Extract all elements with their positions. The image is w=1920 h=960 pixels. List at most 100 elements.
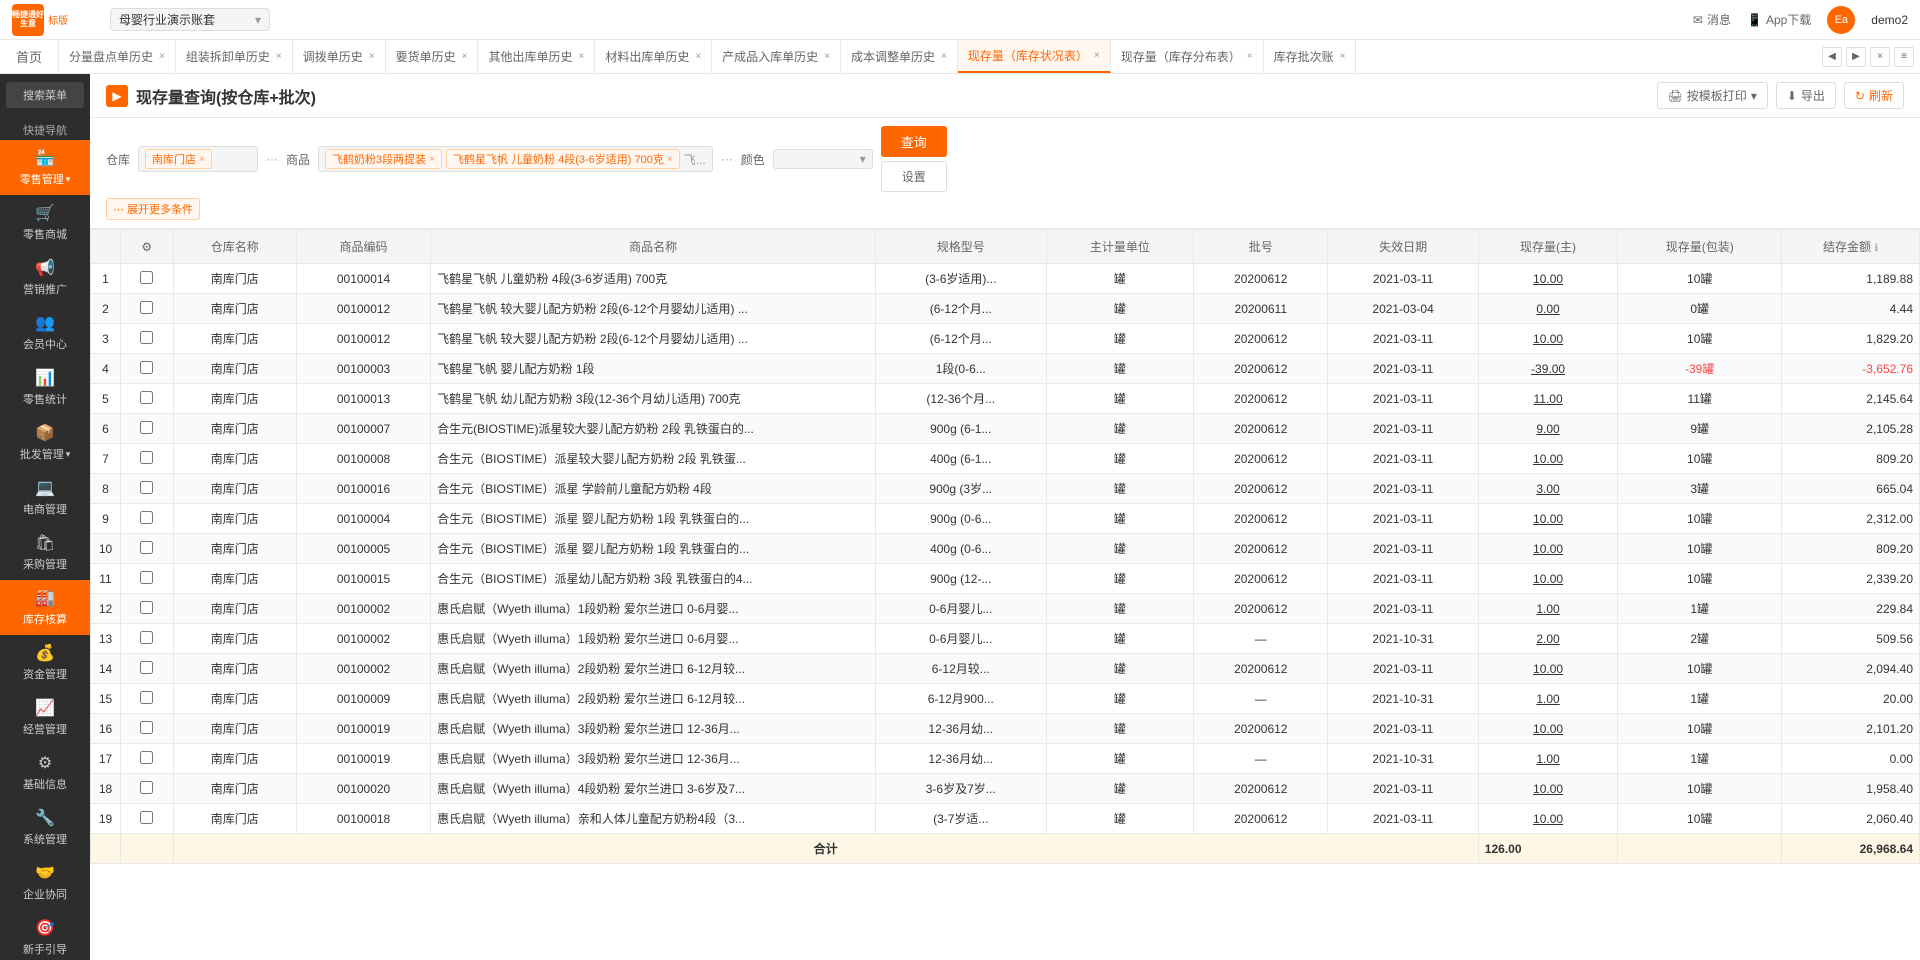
cell-check[interactable]: [121, 564, 174, 594]
cell-check[interactable]: [121, 744, 174, 774]
cell-stock-main[interactable]: 1.00: [1478, 744, 1618, 774]
tab-product-in-close[interactable]: ×: [824, 51, 830, 62]
sidebar-item-marketing[interactable]: 📢 营销推广: [0, 250, 90, 305]
expand-filter-button[interactable]: ⋯ 展开更多条件: [106, 198, 200, 220]
tab-requisition-close[interactable]: ×: [462, 51, 468, 62]
cell-check[interactable]: [121, 654, 174, 684]
cell-stock-main[interactable]: 10.00: [1478, 774, 1618, 804]
sidebar-item-member[interactable]: 👥 会员中心: [0, 305, 90, 360]
row-checkbox[interactable]: [140, 721, 153, 734]
tab-stock-dist[interactable]: 现存量（库存分布表） ×: [1111, 40, 1264, 73]
sidebar-item-operations[interactable]: 📈 经营管理: [0, 690, 90, 745]
product-tag-1-close[interactable]: ×: [429, 154, 435, 165]
cell-check[interactable]: [121, 444, 174, 474]
tab-transfer-close[interactable]: ×: [369, 51, 375, 62]
row-checkbox[interactable]: [140, 751, 153, 764]
cell-stock-main[interactable]: 10.00: [1478, 804, 1618, 834]
cell-check[interactable]: [121, 294, 174, 324]
tab-batch-account[interactable]: 库存批次账 ×: [1264, 40, 1357, 73]
cell-stock-main[interactable]: 10.00: [1478, 564, 1618, 594]
warehouse-tag-close[interactable]: ×: [199, 154, 205, 165]
cell-stock-main[interactable]: 10.00: [1478, 264, 1618, 294]
row-checkbox[interactable]: [140, 451, 153, 464]
sidebar-item-retail-mgmt[interactable]: 🏪 零售管理 ▾: [0, 140, 90, 195]
cell-check[interactable]: [121, 354, 174, 384]
row-checkbox[interactable]: [140, 361, 153, 374]
tab-menu-button[interactable]: ≡: [1894, 47, 1914, 67]
row-checkbox[interactable]: [140, 571, 153, 584]
cell-check[interactable]: [121, 414, 174, 444]
tab-cost-adjust[interactable]: 成本调整单历史 ×: [841, 40, 958, 73]
product-tag-1[interactable]: 飞鹤奶粉3段两提装 ×: [325, 149, 442, 169]
row-checkbox[interactable]: [140, 511, 153, 524]
tab-stock-status[interactable]: 现存量（库存状况表） ×: [958, 40, 1111, 73]
tab-transfer[interactable]: 调拨单历史 ×: [293, 40, 386, 73]
product-filter-group[interactable]: 飞鹤奶粉3段两提装 × 飞鹤星飞帆 儿童奶粉 4段(3-6岁适用) 700克 ×…: [318, 146, 713, 172]
industry-selector[interactable]: 母婴行业演示账套 ▾: [110, 8, 270, 31]
tab-prev-button[interactable]: ◀: [1822, 47, 1842, 67]
row-checkbox[interactable]: [140, 691, 153, 704]
sidebar-item-wholesale[interactable]: 📦 批发管理 ▾: [0, 415, 90, 470]
settings-icon[interactable]: ⚙: [141, 240, 152, 254]
row-checkbox[interactable]: [140, 331, 153, 344]
sidebar-item-ecommerce[interactable]: 💻 电商管理: [0, 470, 90, 525]
app-download-button[interactable]: 📱 App下载: [1747, 11, 1811, 28]
sidebar-item-guide[interactable]: 🎯 新手引导: [0, 910, 90, 960]
warehouse-filter-group[interactable]: 南库门店 ×: [138, 146, 258, 172]
tab-unpack[interactable]: 组装拆卸单历史 ×: [176, 40, 293, 73]
export-button[interactable]: ⬇ 导出: [1776, 82, 1836, 109]
sidebar-item-retail-stats[interactable]: 📊 零售统计: [0, 360, 90, 415]
search-menu-button[interactable]: 搜索菜单: [6, 82, 84, 108]
tab-next-button[interactable]: ▶: [1846, 47, 1866, 67]
sidebar-toggle-button[interactable]: ▶: [106, 85, 128, 107]
sidebar-item-system[interactable]: 🔧 系统管理: [0, 800, 90, 855]
settings-button[interactable]: 设置: [881, 161, 947, 192]
tab-split[interactable]: 分量盘点单历史 ×: [59, 40, 176, 73]
cell-stock-main[interactable]: 10.00: [1478, 504, 1618, 534]
row-checkbox[interactable]: [140, 421, 153, 434]
tab-unpack-close[interactable]: ×: [276, 51, 282, 62]
cell-stock-main[interactable]: 10.00: [1478, 444, 1618, 474]
tab-product-in[interactable]: 产成品入库单历史 ×: [712, 40, 841, 73]
warehouse-tag[interactable]: 南库门店 ×: [145, 149, 212, 169]
row-checkbox[interactable]: [140, 391, 153, 404]
tab-other-out-close[interactable]: ×: [578, 51, 584, 62]
cell-check[interactable]: [121, 714, 174, 744]
cell-check[interactable]: [121, 324, 174, 354]
cell-check[interactable]: [121, 474, 174, 504]
cell-stock-main[interactable]: 10.00: [1478, 654, 1618, 684]
row-checkbox[interactable]: [140, 301, 153, 314]
sidebar-item-purchase[interactable]: 🛍 采购管理: [0, 525, 90, 580]
cell-stock-main[interactable]: 10.00: [1478, 534, 1618, 564]
cell-stock-main[interactable]: 9.00: [1478, 414, 1618, 444]
message-button[interactable]: ✉ 消息: [1693, 11, 1731, 28]
tab-split-close[interactable]: ×: [159, 51, 165, 62]
tab-other-out[interactable]: 其他出库单历史 ×: [478, 40, 595, 73]
cell-stock-main[interactable]: 3.00: [1478, 474, 1618, 504]
cell-check[interactable]: [121, 804, 174, 834]
row-checkbox[interactable]: [140, 781, 153, 794]
cell-stock-main[interactable]: 2.00: [1478, 624, 1618, 654]
cell-check[interactable]: [121, 534, 174, 564]
row-checkbox[interactable]: [140, 811, 153, 824]
cell-check[interactable]: [121, 684, 174, 714]
row-checkbox[interactable]: [140, 601, 153, 614]
tab-cost-adjust-close[interactable]: ×: [941, 51, 947, 62]
sidebar-item-basic[interactable]: ⚙ 基础信息: [0, 745, 90, 800]
tab-stock-status-close[interactable]: ×: [1094, 50, 1100, 61]
sidebar-item-retail-shop[interactable]: 🛒 零售商城: [0, 195, 90, 250]
cell-check[interactable]: [121, 594, 174, 624]
product-tag-2-close[interactable]: ×: [667, 154, 673, 165]
tab-stock-dist-close[interactable]: ×: [1247, 51, 1253, 62]
row-checkbox[interactable]: [140, 481, 153, 494]
tab-material-out[interactable]: 材料出库单历史 ×: [595, 40, 712, 73]
th-settings[interactable]: ⚙: [121, 230, 174, 264]
query-button[interactable]: 查询: [881, 126, 947, 157]
tab-home[interactable]: 首页: [0, 40, 59, 73]
row-checkbox[interactable]: [140, 271, 153, 284]
tab-close-all-button[interactable]: ×: [1870, 47, 1890, 67]
cell-stock-main[interactable]: 0.00: [1478, 294, 1618, 324]
cell-check[interactable]: [121, 504, 174, 534]
sidebar-item-enterprise[interactable]: 🤝 企业协同: [0, 855, 90, 910]
color-filter-group[interactable]: ▾: [773, 149, 873, 169]
